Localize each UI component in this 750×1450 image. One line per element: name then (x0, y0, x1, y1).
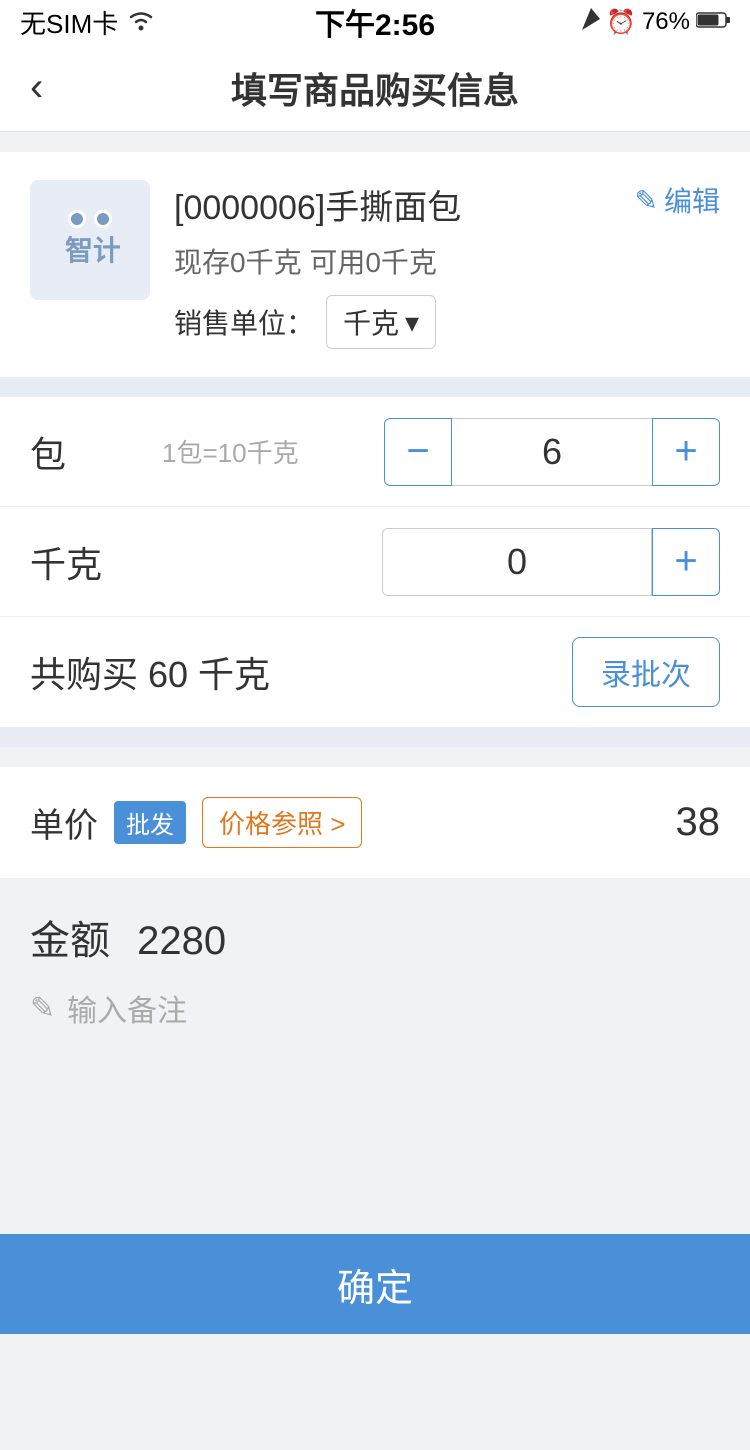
status-time: 下午2:56 (315, 0, 435, 44)
back-button[interactable]: ‹ (30, 65, 63, 110)
product-logo: 智计 (60, 210, 120, 270)
unit-dropdown[interactable]: 千克 ▾ (326, 295, 436, 349)
summary-row: 共购买 60 千克 录批次 (0, 617, 750, 727)
svg-text:智计: 智计 (65, 235, 120, 266)
price-row: 单价 批发 价格参照 > 38 (30, 797, 720, 848)
batch-button[interactable]: 录批次 (572, 637, 720, 707)
product-unit-row: 销售单位： 千克 ▾ (174, 295, 720, 349)
status-bar: 无SIM卡 下午2:56 ⏰ 76% (0, 0, 750, 44)
package-input-section: 包 1包=10千克 − + 千克 + 共购买 60 千克 录批次 (0, 397, 750, 727)
package-input-row: 包 1包=10千克 − + (0, 397, 750, 507)
amount-label: 金额 (30, 919, 110, 963)
package-sublabel: 1包=10千克 (162, 433, 384, 470)
edit-label: 编辑 (664, 180, 720, 220)
amount-section: 金额 2280 ✎ 输入备注 (0, 878, 750, 1050)
product-card: 智计 [0000006]手撕面包 现存0千克 可用0千克 销售单位： 千克 ▾ … (0, 152, 750, 377)
dropdown-arrow-icon: ▾ (405, 306, 419, 339)
wifi-icon (126, 7, 156, 38)
nav-bar: ‹ 填写商品购买信息 (0, 44, 750, 132)
product-stock: 现存0千克 可用0千克 (174, 241, 720, 281)
kilogram-label: 千克 (30, 536, 150, 588)
section-divider-2 (0, 727, 750, 747)
product-image: 智计 (30, 180, 150, 300)
kilogram-quantity-input[interactable] (382, 528, 652, 596)
footer[interactable]: 确定 (0, 1234, 750, 1334)
kilogram-input-row: 千克 + (0, 507, 750, 617)
status-indicators: ⏰ 76% (582, 8, 730, 37)
pencil-icon: ✎ (30, 991, 55, 1026)
battery-percent: 76% (642, 8, 690, 36)
battery-icon (696, 8, 730, 36)
edit-button[interactable]: ✎ 编辑 (635, 180, 720, 220)
package-label: 包 (30, 426, 150, 478)
unit-value: 千克 (343, 302, 399, 342)
remark-row[interactable]: ✎ 输入备注 (30, 986, 720, 1050)
bottom-space (0, 1350, 750, 1450)
package-quantity-input[interactable] (452, 418, 652, 486)
price-section: 单价 批发 价格参照 > 38 (0, 767, 750, 878)
alarm-icon: ⏰ (606, 8, 636, 37)
price-tag: 批发 (114, 801, 186, 844)
amount-value: 2280 (137, 919, 226, 963)
package-plus-button[interactable]: + (652, 418, 720, 486)
price-value: 38 (676, 800, 721, 845)
kilogram-quantity-control: + (382, 528, 720, 596)
edit-icon: ✎ (635, 184, 658, 217)
price-label: 单价 (30, 798, 98, 847)
confirm-button-text: 确定 (337, 1257, 413, 1312)
kilogram-plus-button[interactable]: + (652, 528, 720, 596)
price-ref-button[interactable]: 价格参照 > (202, 797, 362, 848)
amount-row: 金额 2280 (30, 908, 720, 966)
summary-text: 共购买 60 千克 (30, 646, 270, 698)
status-carrier-wifi: 无SIM卡 (20, 4, 156, 41)
unit-label: 销售单位： (174, 302, 314, 342)
carrier-text: 无SIM卡 (20, 4, 118, 41)
location-icon (582, 8, 600, 37)
remark-label: 输入备注 (67, 986, 187, 1030)
page-title: 填写商品购买信息 (231, 62, 519, 114)
package-quantity-control: − + (384, 418, 720, 486)
section-divider-1 (0, 377, 750, 397)
package-minus-button[interactable]: − (384, 418, 452, 486)
